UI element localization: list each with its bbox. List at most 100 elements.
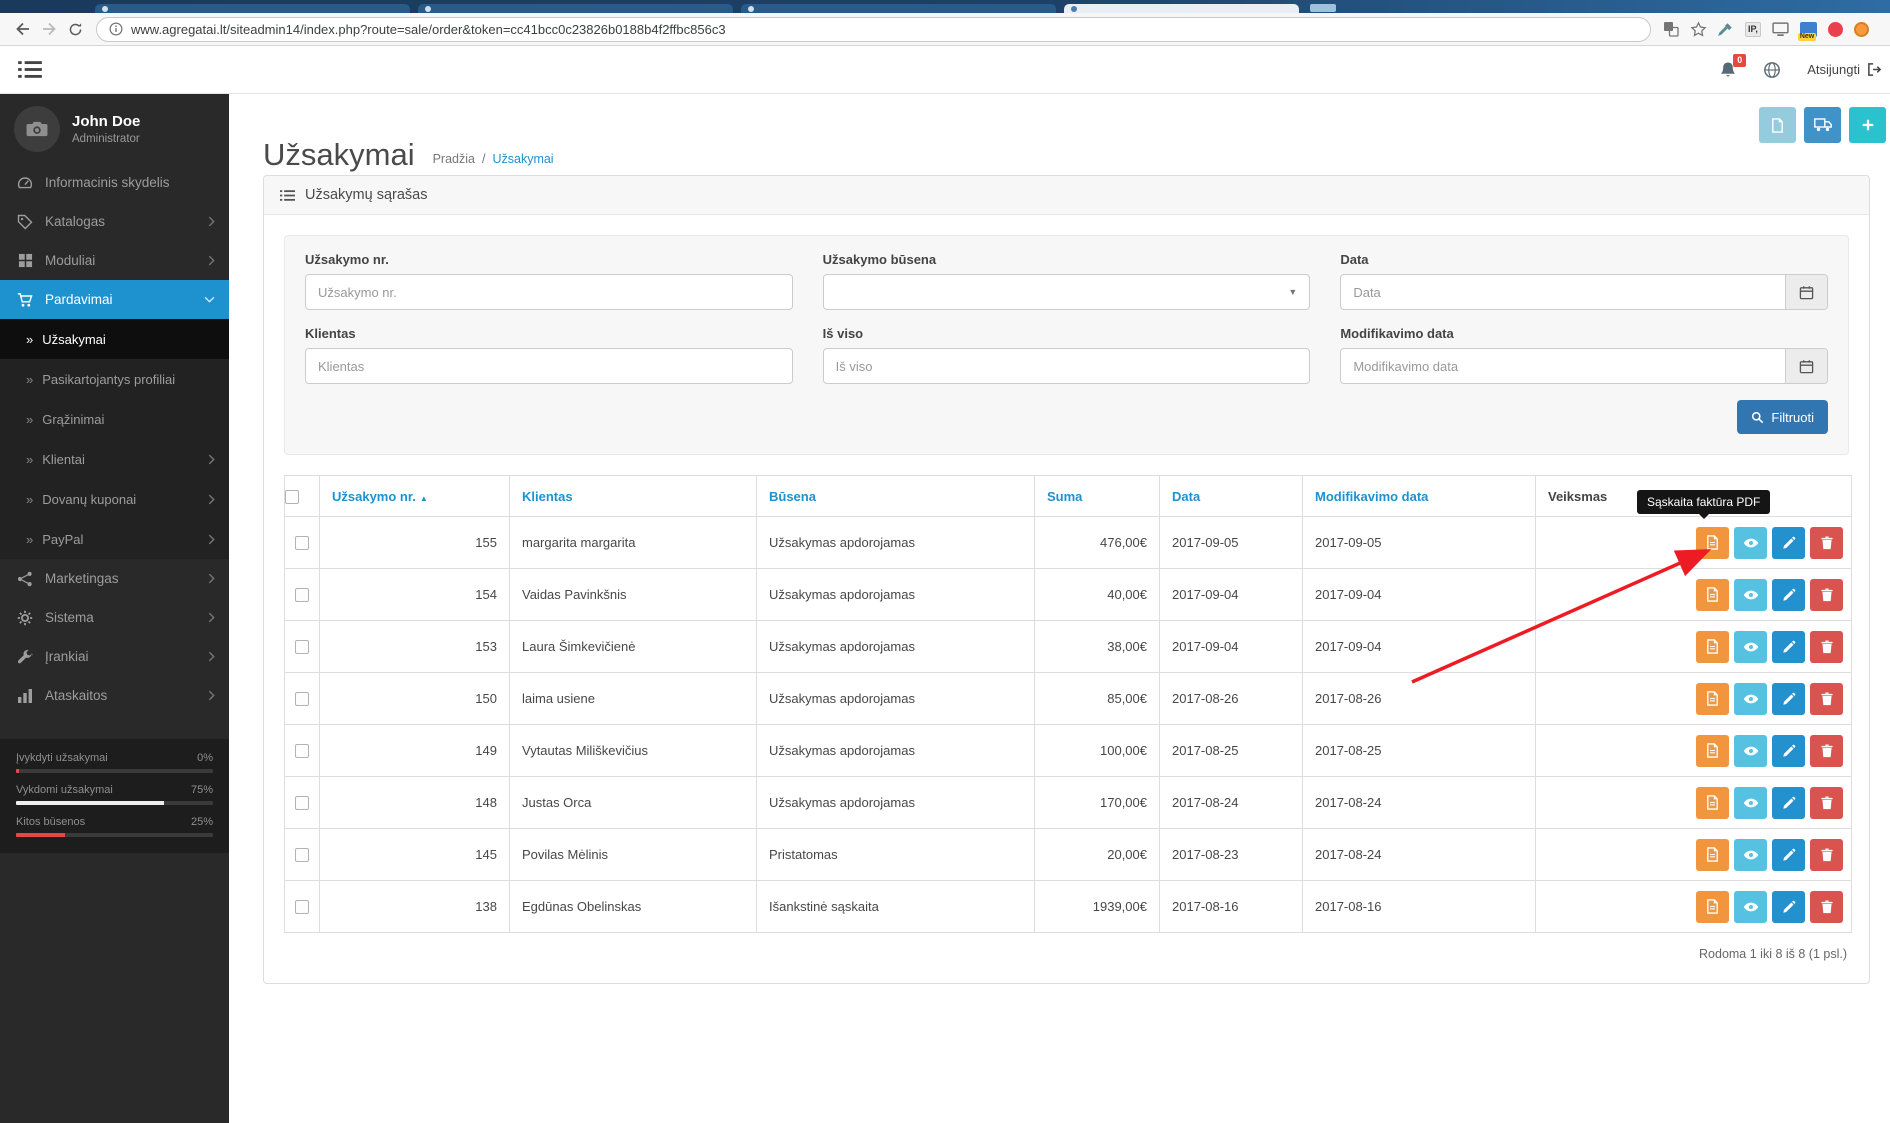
add-order-button[interactable] bbox=[1849, 107, 1886, 143]
invoice-pdf-button[interactable] bbox=[1696, 526, 1729, 559]
edit-order-button[interactable] bbox=[1772, 838, 1805, 871]
sidebar-item-marketing[interactable]: Marketingas bbox=[0, 559, 229, 598]
sidebar-item-tools[interactable]: Įrankiai bbox=[0, 637, 229, 676]
eyedropper-extension-icon[interactable] bbox=[1718, 21, 1734, 37]
sidebar-item-paypal[interactable]: » PayPal bbox=[0, 519, 229, 559]
logout-button[interactable]: Atsijungti bbox=[1807, 62, 1882, 77]
forward-button[interactable] bbox=[36, 16, 62, 42]
sidebar-item-system[interactable]: Sistema bbox=[0, 598, 229, 637]
filter-status-select[interactable]: ▼ bbox=[822, 274, 1311, 310]
row-checkbox[interactable] bbox=[295, 536, 309, 551]
trash-icon bbox=[1820, 744, 1834, 758]
sidebar-item-catalog[interactable]: Katalogas bbox=[0, 202, 229, 241]
view-order-button[interactable] bbox=[1734, 578, 1767, 611]
view-order-button[interactable] bbox=[1734, 734, 1767, 767]
page-info-icon[interactable] bbox=[109, 22, 123, 36]
delete-order-button[interactable] bbox=[1810, 838, 1843, 871]
sidebar-item-orders[interactable]: » Užsakymai bbox=[0, 319, 229, 359]
bookmark-star-icon[interactable] bbox=[1690, 21, 1707, 38]
filter-customer-input[interactable] bbox=[306, 358, 792, 374]
edit-order-button[interactable] bbox=[1772, 630, 1805, 663]
row-checkbox[interactable] bbox=[295, 692, 309, 707]
edit-order-button[interactable] bbox=[1772, 526, 1805, 559]
row-checkbox[interactable] bbox=[295, 900, 309, 915]
sidebar-item-sales[interactable]: Pardavimai bbox=[0, 280, 229, 319]
sidebar-item-recurring-profiles[interactable]: » Pasikartojantys profiliai bbox=[0, 359, 229, 399]
sort-customer[interactable]: Klientas bbox=[522, 489, 573, 504]
invoice-pdf-button[interactable] bbox=[1696, 890, 1729, 923]
view-order-button[interactable] bbox=[1734, 786, 1767, 819]
filter-modified-input[interactable] bbox=[1341, 358, 1785, 374]
store-front-button[interactable] bbox=[1763, 61, 1781, 79]
delete-order-button[interactable] bbox=[1810, 890, 1843, 923]
delete-order-button[interactable] bbox=[1810, 526, 1843, 559]
breadcrumb-current[interactable]: Užsakymai bbox=[492, 152, 553, 166]
sidebar-toggle-button[interactable] bbox=[18, 60, 42, 79]
ip-extension-icon[interactable]: IP, bbox=[1745, 21, 1761, 37]
sidebar-item-reports[interactable]: Ataskaitos bbox=[0, 676, 229, 715]
browser-tab[interactable] bbox=[741, 4, 1056, 13]
filter-date-input[interactable] bbox=[1341, 284, 1785, 300]
delete-order-button[interactable] bbox=[1810, 578, 1843, 611]
url-bar[interactable]: www.agregatai.lt/siteadmin14/index.php?r… bbox=[96, 16, 1651, 42]
date-picker-button[interactable] bbox=[1784, 349, 1827, 383]
edit-order-button[interactable] bbox=[1772, 682, 1805, 715]
row-checkbox[interactable] bbox=[295, 588, 309, 603]
red-extension-icon[interactable] bbox=[1827, 21, 1843, 37]
sidebar-item-customers[interactable]: » Klientai bbox=[0, 439, 229, 479]
edit-order-button[interactable] bbox=[1772, 734, 1805, 767]
invoice-pdf-button[interactable] bbox=[1696, 630, 1729, 663]
screen-capture-extension-icon[interactable] bbox=[1772, 22, 1789, 37]
delete-order-button[interactable] bbox=[1810, 786, 1843, 819]
row-checkbox[interactable] bbox=[295, 744, 309, 759]
sort-modified[interactable]: Modifikavimo data bbox=[1315, 489, 1428, 504]
ruler-extension-icon[interactable]: New bbox=[1797, 21, 1817, 41]
select-all-checkbox[interactable] bbox=[285, 489, 299, 504]
view-order-button[interactable] bbox=[1734, 890, 1767, 923]
sidebar-item-modules[interactable]: Moduliai bbox=[0, 241, 229, 280]
browser-tab[interactable] bbox=[418, 4, 733, 13]
new-tab-button[interactable] bbox=[1310, 4, 1336, 12]
sidebar-item-gift-vouchers[interactable]: » Dovanų kuponai bbox=[0, 479, 229, 519]
filter-total-input[interactable] bbox=[823, 358, 1310, 374]
edit-order-button[interactable] bbox=[1772, 786, 1805, 819]
orange-extension-icon[interactable] bbox=[1853, 21, 1869, 37]
invoice-pdf-button[interactable] bbox=[1696, 682, 1729, 715]
sidebar-item-returns[interactable]: » Grąžinimai bbox=[0, 399, 229, 439]
edit-order-button[interactable] bbox=[1772, 890, 1805, 923]
sort-total[interactable]: Suma bbox=[1047, 489, 1082, 504]
row-checkbox[interactable] bbox=[295, 848, 309, 863]
invoice-pdf-button[interactable] bbox=[1696, 838, 1729, 871]
delete-order-button[interactable] bbox=[1810, 630, 1843, 663]
view-order-button[interactable] bbox=[1734, 682, 1767, 715]
filter-button[interactable]: Filtruoti bbox=[1737, 400, 1828, 434]
view-order-button[interactable] bbox=[1734, 630, 1767, 663]
sort-date[interactable]: Data bbox=[1172, 489, 1200, 504]
invoice-pdf-button[interactable] bbox=[1696, 734, 1729, 767]
view-order-button[interactable] bbox=[1734, 526, 1767, 559]
row-checkbox[interactable] bbox=[295, 640, 309, 655]
breadcrumb: Pradžia / Užsakymai bbox=[432, 152, 554, 166]
pencil-icon bbox=[1782, 796, 1796, 810]
translate-icon[interactable] bbox=[1663, 21, 1679, 37]
print-shipping-list-button[interactable] bbox=[1804, 107, 1841, 143]
refresh-button[interactable] bbox=[62, 16, 88, 42]
browser-tab[interactable] bbox=[95, 4, 410, 13]
notifications-button[interactable]: 0 bbox=[1719, 53, 1747, 79]
sort-status[interactable]: Būsena bbox=[769, 489, 816, 504]
filter-order-nr-input[interactable] bbox=[306, 284, 792, 300]
view-order-button[interactable] bbox=[1734, 838, 1767, 871]
date-picker-button[interactable] bbox=[1784, 275, 1827, 309]
invoice-pdf-button[interactable] bbox=[1696, 786, 1729, 819]
back-button[interactable] bbox=[10, 16, 36, 42]
delete-order-button[interactable] bbox=[1810, 682, 1843, 715]
invoice-pdf-button[interactable] bbox=[1696, 578, 1729, 611]
edit-order-button[interactable] bbox=[1772, 578, 1805, 611]
sort-order-nr[interactable]: Užsakymo nr. bbox=[332, 489, 416, 504]
delete-order-button[interactable] bbox=[1810, 734, 1843, 767]
browser-tab-active[interactable] bbox=[1064, 4, 1299, 13]
breadcrumb-home[interactable]: Pradžia bbox=[433, 152, 475, 166]
sidebar-item-dashboard[interactable]: Informacinis skydelis bbox=[0, 163, 229, 202]
row-checkbox[interactable] bbox=[295, 796, 309, 811]
print-invoice-button[interactable] bbox=[1759, 107, 1796, 143]
